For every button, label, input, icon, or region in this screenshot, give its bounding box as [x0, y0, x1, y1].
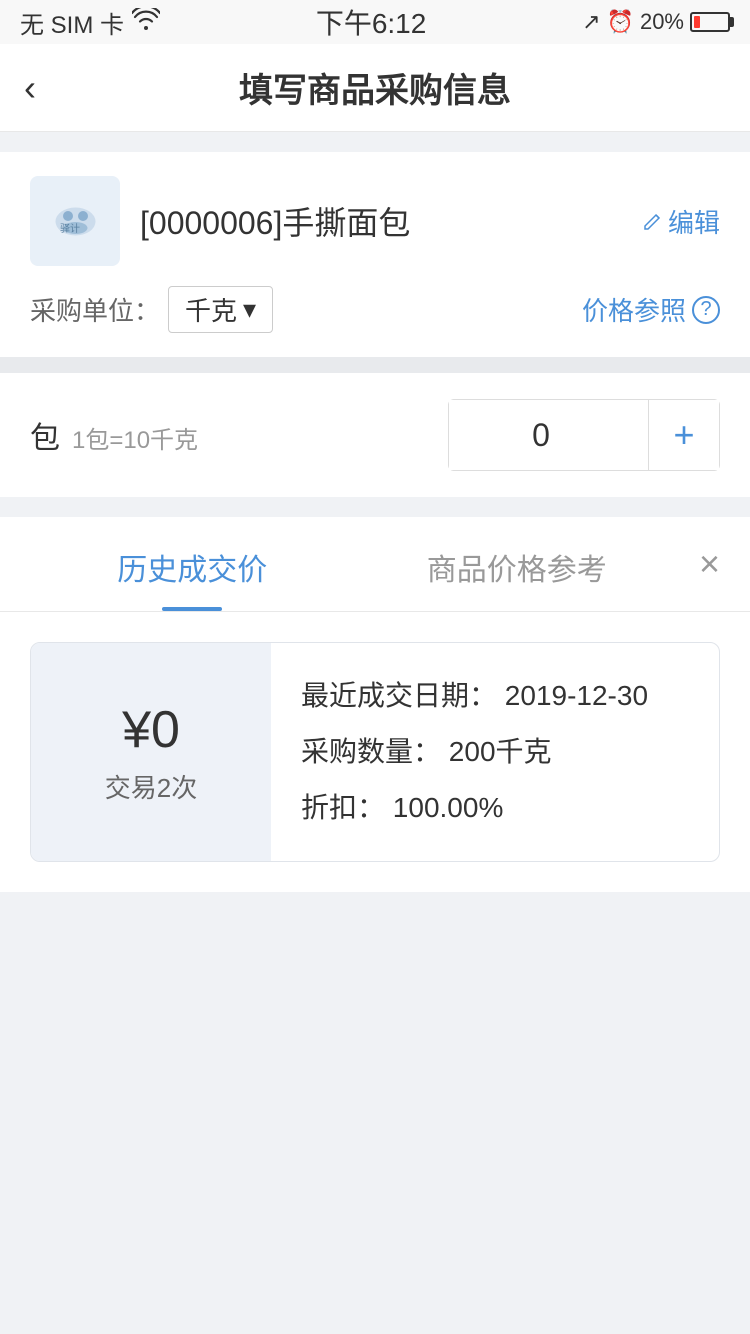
back-button[interactable]: ‹: [24, 67, 36, 109]
quantity-unit: 包: [30, 413, 60, 457]
battery-percent: 20%: [640, 9, 684, 35]
help-icon: ?: [692, 296, 720, 324]
history-price-section: ¥0 交易2次: [31, 643, 271, 861]
product-footer: 采购单位： 千克 ▾ 价格参照 ?: [30, 286, 720, 333]
tab-product-price-ref[interactable]: 商品价格参考: [354, 517, 678, 611]
quantity-hint: 1包=10千克: [72, 420, 198, 455]
history-trade-count: 交易2次: [105, 768, 197, 805]
edit-label: 编辑: [668, 203, 720, 240]
quantity-plus-button[interactable]: +: [649, 400, 719, 470]
alarm-icon: ⏰: [607, 9, 634, 35]
history-price-value: ¥0: [122, 700, 180, 760]
product-card: 驿计 [0000006]手撕面包 编辑 采购单位： 千克 ▾ 价格参照 ?: [0, 152, 750, 357]
discount-label: 折扣：: [301, 792, 385, 823]
product-thumbnail: 驿计: [30, 176, 120, 266]
tabs-container: 历史成交价 商品价格参考 × ¥0 交易2次 最近成交日期： 2019-12-3…: [0, 517, 750, 892]
discount-value: 100.00%: [393, 792, 504, 823]
price-reference-button[interactable]: 价格参照 ?: [582, 291, 720, 328]
tab-close-button[interactable]: ×: [679, 523, 720, 605]
purchase-quantity-label: 采购数量：: [301, 736, 441, 767]
recent-date-row: 最近成交日期： 2019-12-30: [301, 675, 689, 717]
unit-label: 采购单位： 千克 ▾: [30, 286, 273, 333]
purchase-quantity-value: 200千克: [449, 736, 552, 767]
recent-date-label: 最近成交日期：: [301, 680, 497, 711]
tab-history-price[interactable]: 历史成交价: [30, 517, 354, 611]
nav-bar: ‹ 填写商品采购信息: [0, 44, 750, 132]
status-right: ↗ ⏰ 20%: [582, 9, 730, 35]
product-name: [0000006]手撕面包: [140, 198, 410, 244]
edit-button[interactable]: 编辑: [642, 203, 720, 240]
quantity-row: 包 1包=10千克 +: [0, 373, 750, 497]
wifi-icon: [132, 8, 160, 37]
tabs-header: 历史成交价 商品价格参考 ×: [0, 517, 750, 612]
svg-text:驿计: 驿计: [60, 222, 80, 235]
quantity-input-wrap: +: [448, 399, 720, 471]
page-title: 填写商品采购信息: [239, 63, 511, 112]
battery-icon: [690, 12, 730, 32]
quantity-input[interactable]: [449, 400, 649, 470]
quantity-label: 包 1包=10千克: [30, 413, 198, 457]
location-icon: ↗: [582, 9, 600, 35]
time-display: 下午6:12: [316, 2, 427, 42]
product-header: 驿计 [0000006]手撕面包 编辑: [30, 176, 720, 266]
carrier-text: 无 SIM 卡: [20, 5, 124, 40]
dropdown-arrow-icon: ▾: [243, 294, 256, 325]
recent-date-value: 2019-12-30: [505, 680, 648, 711]
history-details-section: 最近成交日期： 2019-12-30 采购数量： 200千克 折扣： 100.0…: [271, 643, 719, 861]
section-divider: [0, 357, 750, 373]
status-bar: 无 SIM 卡 下午6:12 ↗ ⏰ 20%: [0, 0, 750, 44]
purchase-quantity-row: 采购数量： 200千克: [301, 731, 689, 773]
history-card: ¥0 交易2次 最近成交日期： 2019-12-30 采购数量： 200千克 折…: [30, 642, 720, 862]
status-left: 无 SIM 卡: [20, 5, 160, 40]
unit-selector[interactable]: 千克 ▾: [168, 286, 273, 333]
history-content: ¥0 交易2次 最近成交日期： 2019-12-30 采购数量： 200千克 折…: [0, 612, 750, 892]
product-left: 驿计 [0000006]手撕面包: [30, 176, 410, 266]
discount-row: 折扣： 100.00%: [301, 787, 689, 829]
